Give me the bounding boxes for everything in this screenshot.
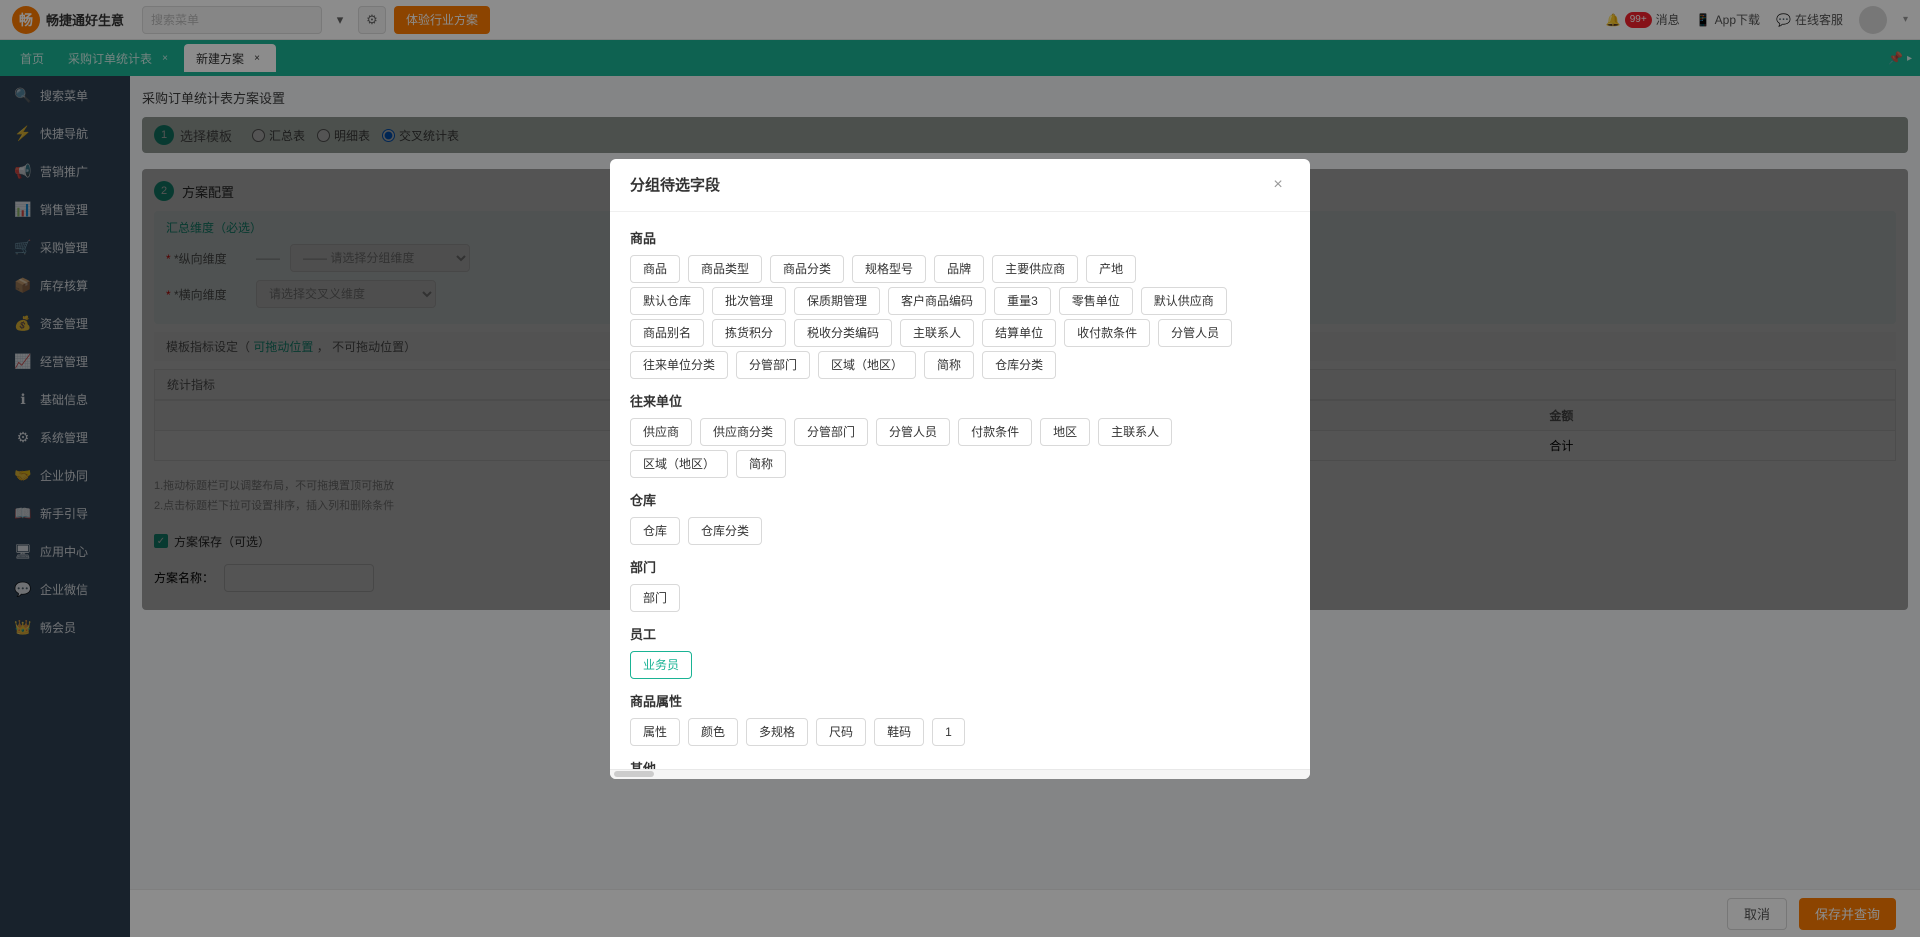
field-tag-pick-points[interactable]: 拣货积分 <box>712 319 786 347</box>
group-title-dept: 部门 <box>630 557 1290 576</box>
field-tag-custom1[interactable]: 1 <box>932 718 965 746</box>
group-title-other: 其他 <box>630 758 1290 770</box>
field-tag-shoe-size[interactable]: 鞋码 <box>874 718 924 746</box>
field-tag-main-contact2[interactable]: 主联系人 <box>1098 418 1172 446</box>
field-tag-goods-alias[interactable]: 商品别名 <box>630 319 704 347</box>
field-tag-default-warehouse[interactable]: 默认仓库 <box>630 287 704 315</box>
field-tag-main-supplier[interactable]: 主要供应商 <box>992 255 1078 283</box>
group-partner-tags: 供应商 供应商分类 分管部门 分管人员 付款条件 地区 主联系人 <box>630 418 1290 446</box>
field-tag-tax-code[interactable]: 税收分类编码 <box>794 319 892 347</box>
field-tag-dept-mgmt[interactable]: 分管部门 <box>736 351 810 379</box>
field-tag-payment-terms[interactable]: 收付款条件 <box>1064 319 1150 347</box>
field-tag-supplier-category[interactable]: 供应商分类 <box>700 418 786 446</box>
field-tag-main-contact[interactable]: 主联系人 <box>900 319 974 347</box>
field-tag-partner-category[interactable]: 往来单位分类 <box>630 351 728 379</box>
field-tag-attribute[interactable]: 属性 <box>630 718 680 746</box>
field-tag-color[interactable]: 颜色 <box>688 718 738 746</box>
field-tag-area[interactable]: 地区 <box>1040 418 1090 446</box>
group-goods-tags: 商品 商品类型 商品分类 规格型号 品牌 主要供应商 产地 <box>630 255 1290 283</box>
group-title-goods: 商品 <box>630 228 1290 247</box>
field-tag-abbr[interactable]: 简称 <box>924 351 974 379</box>
field-tag-dept[interactable]: 部门 <box>630 584 680 612</box>
field-tag-abbr2[interactable]: 简称 <box>736 450 786 478</box>
modal-close-button[interactable]: × <box>1266 173 1290 197</box>
group-title-staff: 员工 <box>630 624 1290 643</box>
field-tag-spec-model[interactable]: 规格型号 <box>852 255 926 283</box>
field-tag-batch-mgmt[interactable]: 批次管理 <box>712 287 786 315</box>
field-tag-supervisor2[interactable]: 分管人员 <box>876 418 950 446</box>
group-warehouse-tags: 仓库 仓库分类 <box>630 517 1290 545</box>
field-tag-expiry-mgmt[interactable]: 保质期管理 <box>794 287 880 315</box>
modal-body: 商品 商品 商品类型 商品分类 规格型号 品牌 主要供应商 产地 默认仓库 批次… <box>610 212 1310 770</box>
field-tag-pay-terms[interactable]: 付款条件 <box>958 418 1032 446</box>
group-title-partner: 往来单位 <box>630 391 1290 410</box>
group-title-goods-attr: 商品属性 <box>630 691 1290 710</box>
group-dept-tags: 部门 <box>630 584 1290 612</box>
field-tag-goods[interactable]: 商品 <box>630 255 680 283</box>
group-goods-tags3: 商品别名 拣货积分 税收分类编码 主联系人 结算单位 收付款条件 分管人员 <box>630 319 1290 347</box>
modal-header: 分组待选字段 × <box>610 159 1310 212</box>
field-tag-warehouse-cat[interactable]: 仓库分类 <box>688 517 762 545</box>
field-tag-goods-category[interactable]: 商品分类 <box>770 255 844 283</box>
field-tag-customer-code[interactable]: 客户商品编码 <box>888 287 986 315</box>
group-goods-attr-tags: 属性 颜色 多规格 尺码 鞋码 1 <box>630 718 1290 746</box>
field-tag-supplier[interactable]: 供应商 <box>630 418 692 446</box>
field-tag-region[interactable]: 区域（地区） <box>818 351 916 379</box>
hscroll-thumb <box>614 771 654 777</box>
modal-dialog: 分组待选字段 × 商品 商品 商品类型 商品分类 规格型号 品牌 主要供应商 产… <box>610 159 1310 779</box>
field-tag-brand[interactable]: 品牌 <box>934 255 984 283</box>
group-staff-tags: 业务员 <box>630 651 1290 679</box>
field-tag-warehouse[interactable]: 仓库 <box>630 517 680 545</box>
group-title-warehouse: 仓库 <box>630 490 1290 509</box>
field-tag-retail-unit[interactable]: 零售单位 <box>1059 287 1133 315</box>
field-tag-goods-type[interactable]: 商品类型 <box>688 255 762 283</box>
group-partner-tags2: 区域（地区） 简称 <box>630 450 1290 478</box>
field-tag-warehouse-category[interactable]: 仓库分类 <box>982 351 1056 379</box>
field-tag-weight3[interactable]: 重量3 <box>994 287 1051 315</box>
field-tag-default-supplier[interactable]: 默认供应商 <box>1141 287 1227 315</box>
field-tag-salesperson[interactable]: 业务员 <box>630 651 692 679</box>
group-goods-tags2: 默认仓库 批次管理 保质期管理 客户商品编码 重量3 零售单位 默认供应商 <box>630 287 1290 315</box>
modal-title: 分组待选字段 <box>630 174 720 195</box>
field-tag-supervisor[interactable]: 分管人员 <box>1158 319 1232 347</box>
field-tag-region2[interactable]: 区域（地区） <box>630 450 728 478</box>
field-tag-size[interactable]: 尺码 <box>816 718 866 746</box>
modal-overlay: 分组待选字段 × 商品 商品 商品类型 商品分类 规格型号 品牌 主要供应商 产… <box>0 0 1920 937</box>
field-tag-settlement-unit[interactable]: 结算单位 <box>982 319 1056 347</box>
field-tag-dept-mgmt2[interactable]: 分管部门 <box>794 418 868 446</box>
group-goods-tags4: 往来单位分类 分管部门 区域（地区） 简称 仓库分类 <box>630 351 1290 379</box>
field-tag-origin[interactable]: 产地 <box>1086 255 1136 283</box>
field-tag-multi-spec[interactable]: 多规格 <box>746 718 808 746</box>
modal-hscroll[interactable] <box>610 769 1310 778</box>
